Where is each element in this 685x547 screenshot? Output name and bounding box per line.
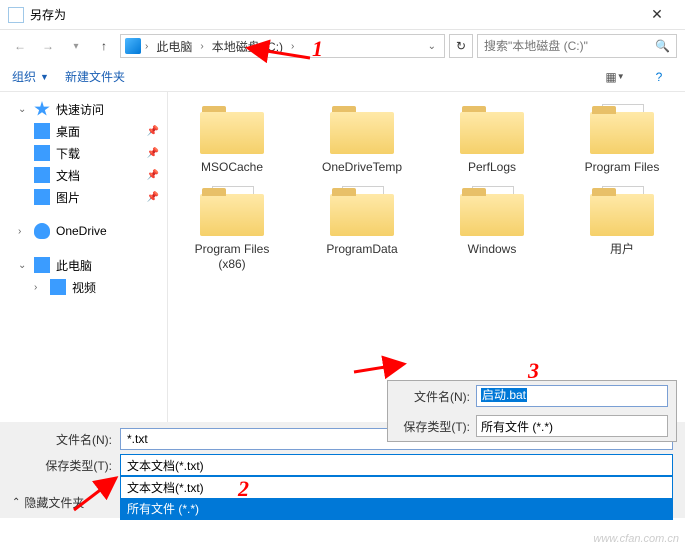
chevron-down-icon: ⌄ (18, 104, 28, 115)
video-icon (50, 279, 66, 295)
chevron-down-icon[interactable]: ⌄ (424, 41, 440, 52)
search-icon[interactable]: 🔍 (655, 39, 670, 53)
cloud-icon (34, 223, 50, 239)
folder-item[interactable]: ProgramData (312, 184, 412, 273)
folder-grid: MSOCache OneDriveTemp PerfLogs Program F… (172, 102, 681, 273)
folder-icon (458, 102, 526, 156)
watermark: www.cfan.com.cn (593, 533, 679, 545)
pc-icon (125, 38, 141, 54)
back-button[interactable]: ← (8, 34, 32, 58)
folder-item[interactable]: 用户 (572, 184, 672, 273)
folder-icon (458, 184, 526, 238)
chevron-right-icon: › (34, 282, 44, 293)
download-icon (34, 145, 50, 161)
sidebar: ⌄快速访问 桌面📌 下载📌 文档📌 图片📌 ›OneDrive ⌄此电脑 ›视频 (0, 92, 168, 422)
filetype-option[interactable]: 所有文件 (*.*) (121, 498, 672, 519)
app-icon (8, 7, 24, 23)
sidebar-item-videos[interactable]: ›视频 (0, 276, 167, 298)
sidebar-item-quickaccess[interactable]: ⌄快速访问 (0, 98, 167, 120)
window-title: 另存为 (30, 6, 637, 23)
filetype-dropdown[interactable]: 所有文件 (*.*) (476, 415, 668, 437)
desktop-icon (34, 123, 50, 139)
filetype-combo[interactable]: 文本文档(*.txt) 文本文档(*.txt) 所有文件 (*.*) (120, 454, 673, 476)
chevron-down-icon: ⌄ (18, 260, 28, 271)
forward-button: → (36, 34, 60, 58)
annotation-2: 2 (238, 476, 249, 502)
view-button[interactable]: ▦ ▼ (601, 66, 629, 88)
organize-button[interactable]: 组织 ▼ (12, 68, 49, 85)
folder-item[interactable]: PerfLogs (442, 102, 542, 176)
up-button[interactable]: ↑ (92, 34, 116, 58)
pc-icon (34, 257, 50, 273)
filetype-dropdown-list: 文本文档(*.txt) 所有文件 (*.*) (120, 476, 673, 520)
pin-icon: 📌 (147, 126, 159, 137)
filename-label: 文件名(N): (12, 431, 112, 448)
new-folder-button[interactable]: 新建文件夹 (65, 68, 125, 85)
folder-icon (588, 102, 656, 156)
annotation-arrow (240, 44, 320, 71)
sidebar-item-desktop[interactable]: 桌面📌 (0, 120, 167, 142)
folder-item[interactable]: MSOCache (182, 102, 282, 176)
chevron-right-icon[interactable]: › (143, 41, 150, 52)
chevron-up-icon: ⌃ (12, 497, 20, 508)
recent-dropdown-icon[interactable]: ▾ (64, 34, 88, 58)
pin-icon: 📌 (147, 148, 159, 159)
filetype-label: 保存类型(T): (12, 457, 112, 474)
sidebar-item-thispc[interactable]: ⌄此电脑 (0, 254, 167, 276)
picture-icon (34, 189, 50, 205)
annotation-3: 3 (528, 358, 539, 384)
filename-label: 文件名(N): (396, 388, 470, 405)
folder-item[interactable]: OneDriveTemp (312, 102, 412, 176)
nav-row: ← → ▾ ↑ › 此电脑 › 本地磁盘 (C:) › ⌄ ↻ 🔍 (0, 30, 685, 62)
folder-icon (588, 184, 656, 238)
folder-icon (328, 184, 396, 238)
sidebar-item-pictures[interactable]: 图片📌 (0, 186, 167, 208)
chevron-right-icon[interactable]: › (198, 41, 205, 52)
toolbar: 组织 ▼ 新建文件夹 ▦ ▼ ? (0, 62, 685, 92)
help-button[interactable]: ? (645, 66, 673, 88)
chevron-down-icon: ▼ (40, 72, 49, 82)
filetype-option[interactable]: 文本文档(*.txt) (121, 477, 672, 498)
content-area[interactable]: MSOCache OneDriveTemp PerfLogs Program F… (168, 92, 685, 422)
folder-item[interactable]: Program Files (572, 102, 672, 176)
chevron-right-icon: › (18, 226, 28, 237)
inner-save-panel: 文件名(N): 启动.bat 保存类型(T): 所有文件 (*.*) (387, 380, 677, 442)
annotation-1: 1 (312, 36, 323, 62)
sidebar-item-downloads[interactable]: 下载📌 (0, 142, 167, 164)
pin-icon: 📌 (147, 192, 159, 203)
folder-item[interactable]: Program Files (x86) (182, 184, 282, 273)
search-input[interactable] (484, 39, 655, 53)
annotation-arrow (68, 474, 128, 517)
filename-input[interactable]: 启动.bat (476, 385, 668, 407)
annotation-arrow (352, 358, 412, 379)
search-box[interactable]: 🔍 (477, 34, 677, 58)
close-icon[interactable]: ✕ (637, 0, 677, 30)
sidebar-item-onedrive[interactable]: ›OneDrive (0, 220, 167, 242)
folder-icon (328, 102, 396, 156)
filetype-label: 保存类型(T): (396, 418, 470, 435)
breadcrumb-segment[interactable]: 此电脑 (152, 36, 196, 57)
folder-icon (198, 184, 266, 238)
star-icon (34, 101, 50, 117)
main-area: ⌄快速访问 桌面📌 下载📌 文档📌 图片📌 ›OneDrive ⌄此电脑 ›视频… (0, 92, 685, 422)
document-icon (34, 167, 50, 183)
sidebar-item-documents[interactable]: 文档📌 (0, 164, 167, 186)
refresh-button[interactable]: ↻ (449, 34, 473, 58)
titlebar: 另存为 ✕ (0, 0, 685, 30)
folder-icon (198, 102, 266, 156)
folder-item[interactable]: Windows (442, 184, 542, 273)
pin-icon: 📌 (147, 170, 159, 181)
